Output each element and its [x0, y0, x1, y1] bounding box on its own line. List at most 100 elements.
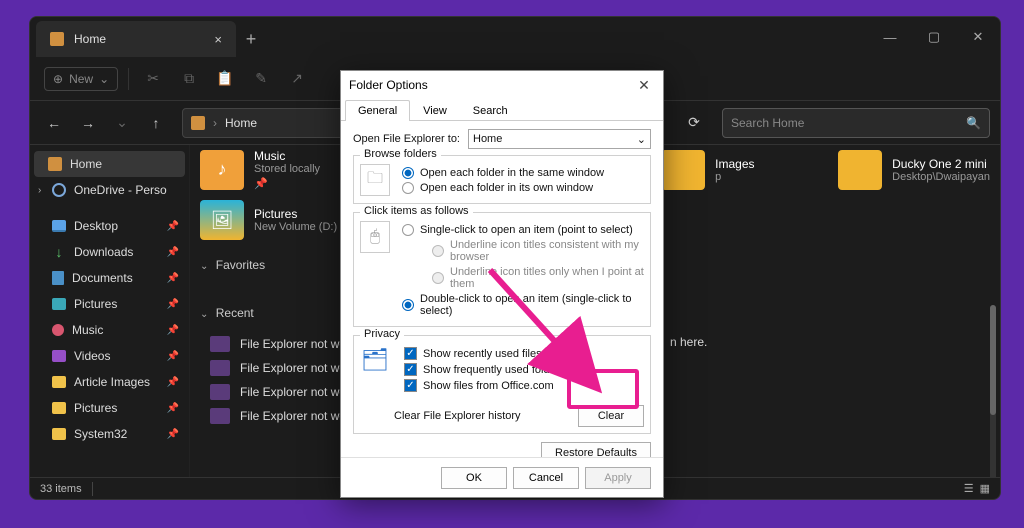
open-to-combo[interactable]: Home ⌄ [468, 129, 651, 149]
open-to-value: Home [473, 133, 502, 145]
sidebar-item-home[interactable]: Home [34, 151, 185, 177]
clear-history-label: Clear File Explorer history [394, 410, 521, 422]
file-icon [210, 384, 230, 400]
tile-name: Images [715, 157, 754, 171]
sidebar-item-music[interactable]: Music📌 [30, 317, 189, 343]
maximize-button[interactable]: ▢ [912, 17, 956, 57]
close-icon[interactable]: ✕ [633, 74, 655, 96]
annotation-highlight [567, 369, 639, 409]
sidebar-item-pictures-folder[interactable]: Pictures📌 [30, 395, 189, 421]
pin-icon: 📌 [167, 299, 179, 310]
home-icon [191, 116, 205, 130]
radio-double-click[interactable]: Double-click to open an item (single-cli… [402, 293, 644, 317]
tile-sub: Desktop\Dwaipayan [892, 171, 990, 183]
recent-locations-button[interactable]: ⌄ [108, 109, 136, 137]
folder-icon [52, 428, 66, 440]
chevron-down-icon: ⌄ [99, 72, 109, 86]
new-label: New [69, 72, 93, 86]
file-icon [210, 408, 230, 424]
sidebar-item-downloads[interactable]: ↓Downloads📌 [30, 239, 189, 265]
tab-home[interactable]: Home × [36, 21, 236, 57]
check-recent-files[interactable]: ✓ Show recently used files [404, 347, 644, 360]
apply-button[interactable]: Apply [585, 467, 651, 489]
sidebar-item-label: Pictures [74, 297, 117, 311]
scrollbar[interactable] [990, 305, 996, 477]
new-tab-button[interactable]: + [236, 21, 266, 57]
radio-label: Double-click to open an item (single-cli… [420, 293, 644, 317]
radio-single-click[interactable]: Single-click to open an item (point to s… [402, 224, 644, 236]
check-label: Show recently used files [423, 348, 542, 360]
onedrive-icon [52, 183, 66, 197]
back-button[interactable]: ← [40, 109, 68, 137]
music-icon [52, 324, 64, 336]
documents-icon [52, 271, 64, 285]
share-icon[interactable]: ↗ [283, 70, 311, 87]
sidebar: Home › OneDrive - Perso Desktop📌 ↓Downlo… [30, 145, 190, 477]
group-legend: Click items as follows [360, 205, 473, 217]
minimize-button[interactable]: — [868, 17, 912, 57]
sidebar-item-pictures[interactable]: Pictures 📌 [30, 291, 189, 317]
tile-pictures[interactable]: 🖼 Pictures New Volume (D:) [200, 200, 360, 240]
radio-label: Open each folder in its own window [420, 182, 593, 194]
cut-icon[interactable]: ✂ [139, 70, 167, 87]
partial-text: n here. [670, 335, 707, 349]
checkbox-icon: ✓ [404, 363, 417, 376]
sidebar-item-article-images[interactable]: Article Images📌 [30, 369, 189, 395]
paste-icon[interactable]: 📋 [211, 70, 239, 87]
dialog-tabs: General View Search [341, 99, 663, 121]
new-button[interactable]: ⊕ New ⌄ [44, 67, 118, 91]
dialog-titlebar[interactable]: Folder Options ✕ [341, 71, 663, 99]
chevron-right-icon[interactable]: › [38, 185, 41, 196]
sidebar-item-videos[interactable]: Videos📌 [30, 343, 189, 369]
view-list-icon[interactable]: ☰ [964, 482, 974, 495]
sidebar-item-desktop[interactable]: Desktop📌 [30, 213, 189, 239]
radio-label: Open each folder in the same window [420, 167, 604, 179]
file-icon [210, 360, 230, 376]
radio-underline-point: Underline icon titles only when I point … [432, 266, 644, 290]
tile-ducky[interactable]: Ducky One 2 mini Desktop\Dwaipayan [838, 149, 990, 190]
pin-icon: 📌 [167, 429, 179, 440]
close-window-button[interactable]: ✕ [956, 17, 1000, 57]
scrollbar-thumb[interactable] [990, 305, 996, 415]
chevron-down-icon: ⌄ [637, 133, 646, 146]
tab-general[interactable]: General [345, 100, 410, 121]
copy-icon[interactable]: ⧉ [175, 70, 203, 87]
videos-icon [52, 350, 66, 362]
click-items-group: Click items as follows 🖱 Single-click to… [353, 212, 651, 327]
view-details-icon[interactable]: ▦ [980, 482, 990, 495]
ok-button[interactable]: OK [441, 467, 507, 489]
close-tab-icon[interactable]: × [214, 32, 222, 47]
tile-images[interactable]: Images p [661, 149, 804, 190]
sidebar-item-onedrive[interactable]: › OneDrive - Perso [30, 177, 189, 203]
pin-icon: 📌 [167, 403, 179, 414]
up-button[interactable]: ↑ [142, 109, 170, 137]
tile-music[interactable]: ♪ Music Stored locally 📌 [200, 149, 343, 190]
group-legend: Privacy [360, 328, 404, 340]
checkbox-icon: ✓ [404, 347, 417, 360]
search-input[interactable]: Search Home 🔍 [722, 108, 990, 138]
radio-own-window[interactable]: Open each folder in its own window [402, 182, 644, 194]
sidebar-item-label: System32 [74, 427, 127, 441]
browse-folders-group: Browse folders 🗀 Open each folder in the… [353, 155, 651, 204]
sidebar-item-system32[interactable]: System32 📌 [30, 421, 189, 447]
forward-button[interactable]: → [74, 109, 102, 137]
tab-view[interactable]: View [410, 100, 460, 121]
dialog-footer: OK Cancel Apply [341, 457, 663, 497]
radio-same-window[interactable]: Open each folder in the same window [402, 167, 644, 179]
sidebar-item-documents[interactable]: Documents📌 [30, 265, 189, 291]
tile-sub: p [715, 171, 754, 183]
refresh-button[interactable]: ⟳ [680, 114, 708, 131]
sidebar-item-label: Home [70, 157, 102, 171]
section-label: Recent [216, 306, 254, 320]
sidebar-item-label: Downloads [74, 245, 133, 259]
tab-title: Home [74, 32, 106, 46]
check-label: Show frequently used folders [423, 364, 565, 376]
pin-icon: 📌 [167, 247, 179, 258]
cancel-button[interactable]: Cancel [513, 467, 579, 489]
pin-icon: 📌 [167, 325, 179, 336]
breadcrumb-home[interactable]: Home [225, 116, 257, 130]
search-icon: 🔍 [966, 116, 981, 130]
restore-defaults-button[interactable]: Restore Defaults [541, 442, 651, 457]
tab-search[interactable]: Search [460, 100, 521, 121]
rename-icon[interactable]: ✎ [247, 70, 275, 87]
